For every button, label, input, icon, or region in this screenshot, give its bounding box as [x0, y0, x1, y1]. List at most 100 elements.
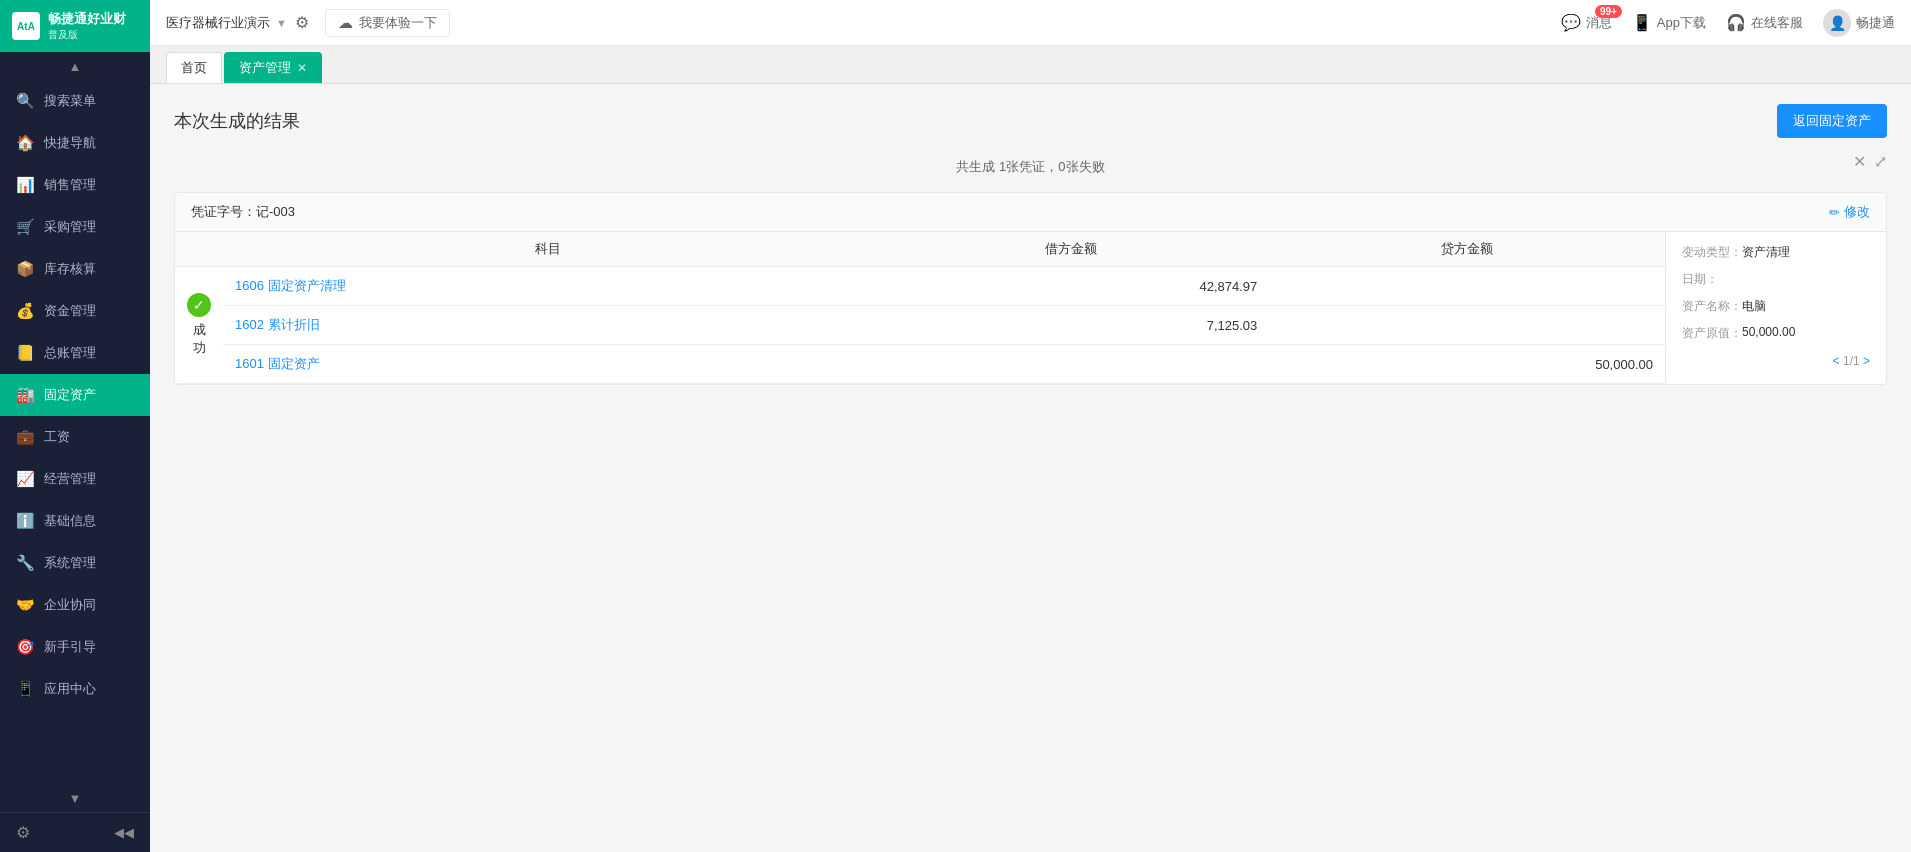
topbar: 医疗器械行业演示 ▼ ⚙ ☁ 我要体验一下 💬 消息 99+ 📱 App下载 🎧… — [150, 0, 1911, 46]
sidebar-item-enterprise[interactable]: 🤝 企业协同 — [0, 584, 150, 626]
sidebar-scroll-down[interactable]: ▼ — [0, 784, 150, 812]
prev-page-icon[interactable]: < — [1833, 354, 1840, 368]
table-row: 1601 固定资产 50,000.00 — [175, 345, 1665, 384]
sidebar-logo: AtA 畅捷通好业财 普及版 — [0, 0, 150, 52]
subject-cell[interactable]: 1606 固定资产清理 — [223, 267, 874, 306]
date-row: 日期： — [1682, 271, 1870, 288]
sidebar-item-guide[interactable]: 🎯 新手引导 — [0, 626, 150, 668]
voucher-table: 科目 借方金额 贷方金额 ✓ 成功 1606 固定资 — [175, 232, 1665, 384]
sidebar-item-sales[interactable]: 📊 销售管理 — [0, 164, 150, 206]
settings-bottom-icon[interactable]: ⚙ — [16, 823, 30, 842]
close-panel-button[interactable]: ✕ — [1853, 152, 1866, 171]
change-type-value: 资产清理 — [1742, 244, 1790, 261]
page-header: 本次生成的结果 返回固定资产 — [174, 104, 1887, 138]
sidebar-item-purchase[interactable]: 🛒 采购管理 — [0, 206, 150, 248]
message-button[interactable]: 💬 消息 99+ — [1561, 13, 1612, 32]
chevron-down-icon: ▼ — [276, 17, 287, 29]
success-status-cell: ✓ 成功 — [175, 267, 223, 384]
wrench-icon: 🔧 — [16, 554, 34, 572]
cart-icon: 🛒 — [16, 218, 34, 236]
tab-close-icon[interactable]: ✕ — [297, 61, 307, 75]
target-icon: 🎯 — [16, 638, 34, 656]
sidebar: AtA 畅捷通好业财 普及版 ▲ 🔍 搜索菜单 🏠 快捷导航 📊 销售管理 🛒 … — [0, 0, 150, 852]
asset-name-row: 资产名称： 电脑 — [1682, 298, 1870, 315]
debit-cell: 42,874.97 — [874, 267, 1270, 306]
main-area: 医疗器械行业演示 ▼ ⚙ ☁ 我要体验一下 💬 消息 99+ 📱 App下载 🎧… — [150, 0, 1911, 852]
collapse-icon[interactable]: ◀◀ — [114, 825, 134, 840]
edit-icon: ✏ — [1829, 205, 1840, 220]
sidebar-item-quick-nav[interactable]: 🏠 快捷导航 — [0, 122, 150, 164]
sidebar-item-ledger[interactable]: 📒 总账管理 — [0, 332, 150, 374]
th-subject: 科目 — [223, 232, 874, 267]
sidebar-nav: 🔍 搜索菜单 🏠 快捷导航 📊 销售管理 🛒 采购管理 📦 库存核算 💰 资金管… — [0, 80, 150, 784]
result-summary: 共生成 1张凭证，0张失败 — [174, 158, 1887, 176]
ledger-icon: 📒 — [16, 344, 34, 362]
success-icon: ✓ — [187, 293, 211, 317]
th-credit: 贷方金额 — [1269, 232, 1665, 267]
sidebar-item-operations[interactable]: 📈 经营管理 — [0, 458, 150, 500]
trending-icon: 📈 — [16, 470, 34, 488]
subject-cell[interactable]: 1601 固定资产 — [223, 345, 874, 384]
voucher-side-info: 变动类型： 资产清理 日期： 资产名称： 电脑 资产原值： 50,000.00 — [1666, 232, 1886, 384]
voucher-header: 凭证字号：记-003 ✏ 修改 — [175, 193, 1886, 232]
box-icon: 📦 — [16, 260, 34, 278]
handshake-icon: 🤝 — [16, 596, 34, 614]
credit-cell — [1269, 267, 1665, 306]
return-fixed-assets-button[interactable]: 返回固定资产 — [1777, 104, 1887, 138]
asset-name-value: 电脑 — [1742, 298, 1766, 315]
user-menu[interactable]: 👤 畅捷通 — [1823, 9, 1895, 37]
sidebar-item-search[interactable]: 🔍 搜索菜单 — [0, 80, 150, 122]
change-type-row: 变动类型： 资产清理 — [1682, 244, 1870, 261]
person-icon: 👤 — [1829, 15, 1846, 31]
original-value-row: 资产原值： 50,000.00 — [1682, 325, 1870, 342]
sidebar-scroll-up[interactable]: ▲ — [0, 52, 150, 80]
avatar: 👤 — [1823, 9, 1851, 37]
tab-home[interactable]: 首页 — [166, 52, 222, 83]
voucher-number: 凭证字号：记-003 — [191, 203, 295, 221]
factory-icon: 🏭 — [16, 386, 34, 404]
mobile-icon: 📱 — [16, 680, 34, 698]
sidebar-item-inventory[interactable]: 📦 库存核算 — [0, 248, 150, 290]
voucher-table-area: 科目 借方金额 贷方金额 ✓ 成功 1606 固定资 — [175, 232, 1666, 384]
change-type-label: 变动类型： — [1682, 244, 1742, 261]
subject-cell[interactable]: 1602 累计折旧 — [223, 306, 874, 345]
sidebar-item-basic-info[interactable]: ℹ️ 基础信息 — [0, 500, 150, 542]
money-icon: 💰 — [16, 302, 34, 320]
expand-panel-button[interactable]: ⤢ — [1874, 152, 1887, 171]
side-pagination: < 1/1 > — [1682, 354, 1870, 368]
credit-cell: 50,000.00 — [1269, 345, 1665, 384]
nav-tabs: 首页 资产管理 ✕ — [150, 46, 1911, 84]
gear-icon[interactable]: ⚙ — [295, 13, 309, 32]
credit-cell — [1269, 306, 1665, 345]
sidebar-item-payroll[interactable]: 💼 工资 — [0, 416, 150, 458]
tab-asset-management[interactable]: 资产管理 ✕ — [224, 52, 322, 83]
briefcase-icon: 💼 — [16, 428, 34, 446]
sidebar-item-fixed-assets[interactable]: 🏭 固定资产 — [0, 374, 150, 416]
table-row: ✓ 成功 1606 固定资产清理 42,874.97 — [175, 267, 1665, 306]
edit-button[interactable]: ✏ 修改 — [1829, 203, 1870, 221]
headset-icon: 🎧 — [1726, 13, 1746, 32]
voucher-card: 凭证字号：记-003 ✏ 修改 科目 借方金额 — [174, 192, 1887, 385]
topbar-right: 💬 消息 99+ 📱 App下载 🎧 在线客服 👤 畅捷通 — [1561, 9, 1895, 37]
app-download-button[interactable]: 📱 App下载 — [1632, 13, 1706, 32]
table-row: 1602 累计折旧 7,125.03 — [175, 306, 1665, 345]
page-title: 本次生成的结果 — [174, 109, 300, 133]
voucher-body: 科目 借方金额 贷方金额 ✓ 成功 1606 固定资 — [175, 232, 1886, 384]
info-icon: ℹ️ — [16, 512, 34, 530]
sidebar-item-app-center[interactable]: 📱 应用中心 — [0, 668, 150, 710]
debit-cell — [874, 345, 1270, 384]
search-icon: 🔍 — [16, 92, 34, 110]
app-logo-text: 畅捷通好业财 普及版 — [48, 11, 126, 41]
sidebar-item-system[interactable]: 🔧 系统管理 — [0, 542, 150, 584]
company-selector[interactable]: 医疗器械行业演示 ▼ — [166, 14, 287, 32]
sidebar-bottom: ⚙ ◀◀ — [0, 812, 150, 852]
experience-button[interactable]: ☁ 我要体验一下 — [325, 9, 450, 37]
customer-service-button[interactable]: 🎧 在线客服 — [1726, 13, 1803, 32]
cloud-icon: ☁ — [338, 14, 353, 32]
app-logo-icon: AtA — [12, 12, 40, 40]
topbar-left: 医疗器械行业演示 ▼ ⚙ ☁ 我要体验一下 — [166, 9, 1549, 37]
sidebar-item-funds[interactable]: 💰 资金管理 — [0, 290, 150, 332]
next-page-icon[interactable]: > — [1863, 354, 1870, 368]
message-icon: 💬 — [1561, 13, 1581, 32]
download-icon: 📱 — [1632, 13, 1652, 32]
